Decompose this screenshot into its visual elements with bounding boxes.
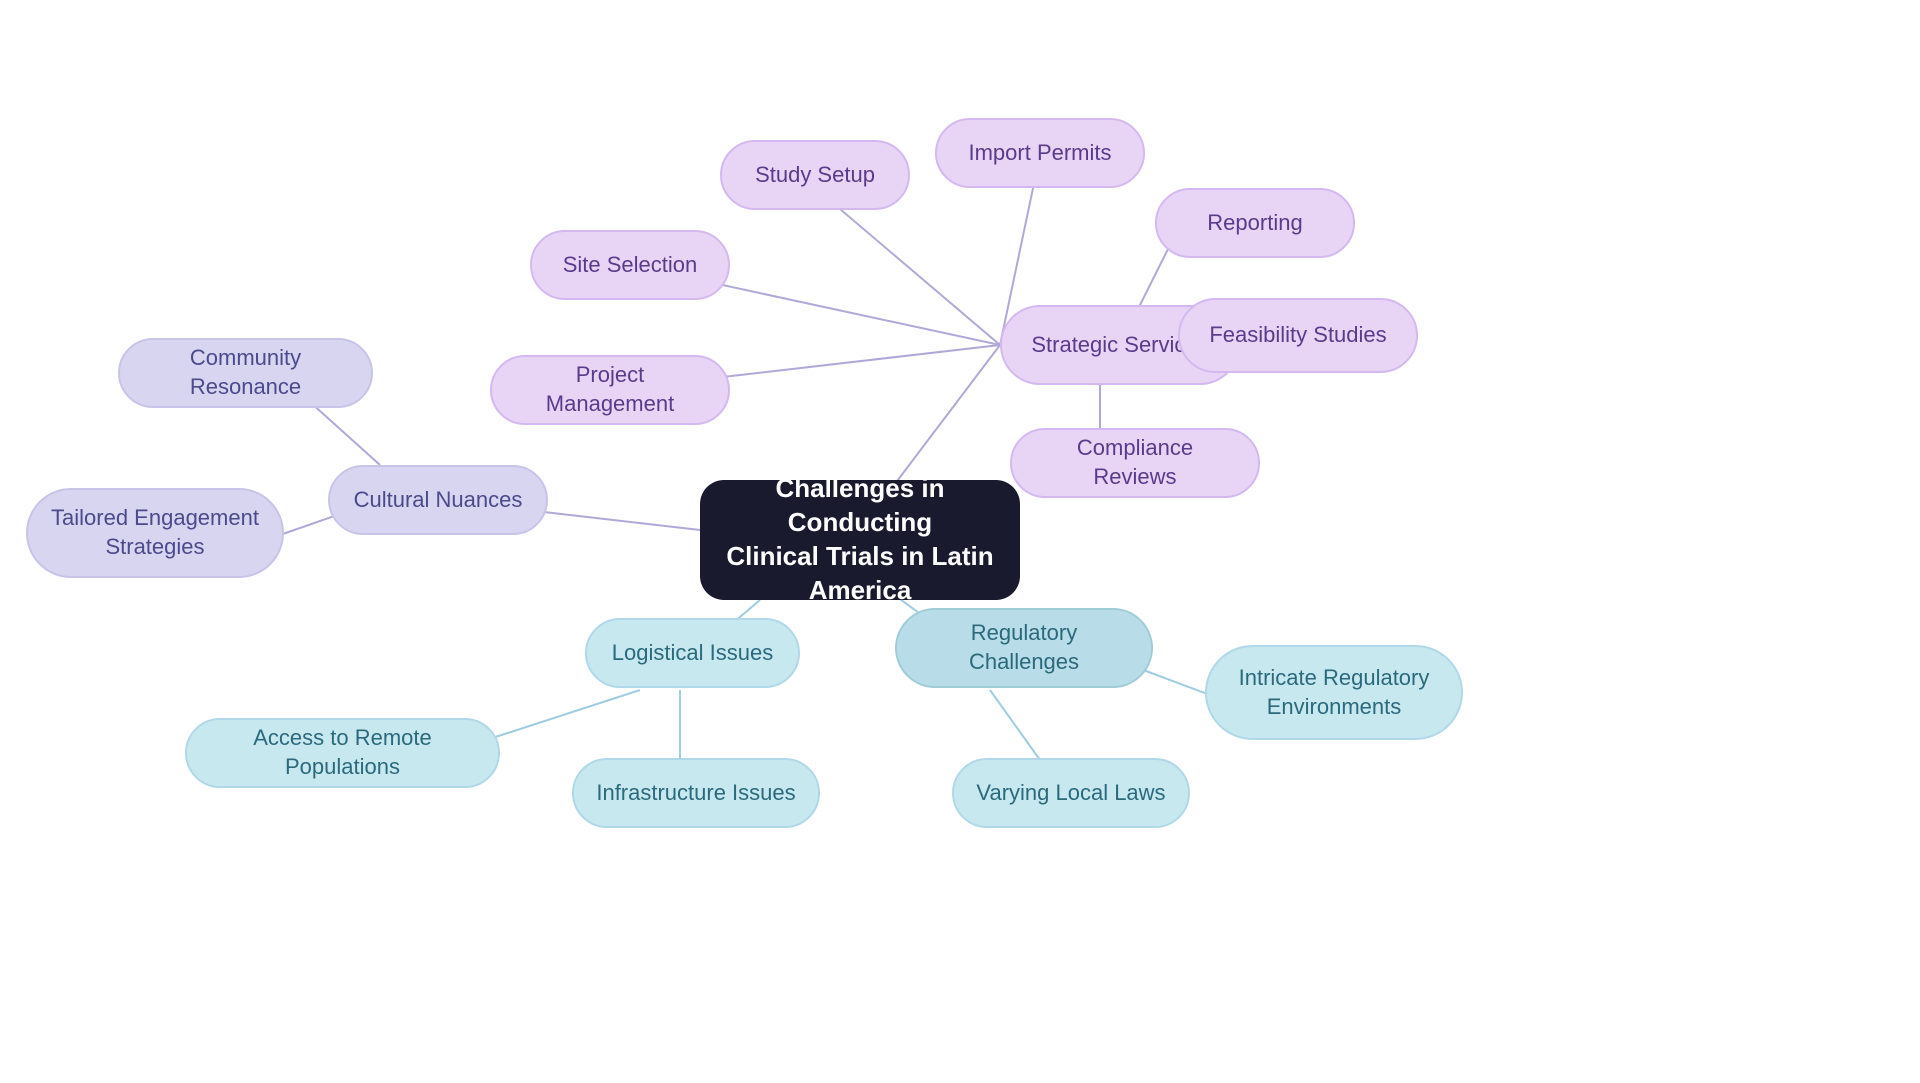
study-setup-node: Study Setup [720, 140, 910, 210]
import-permits-label: Import Permits [968, 139, 1111, 168]
regulatory-challenges-node: Regulatory Challenges [895, 608, 1153, 688]
logistical-issues-label: Logistical Issues [612, 639, 773, 668]
infrastructure-issues-node: Infrastructure Issues [572, 758, 820, 828]
import-permits-node: Import Permits [935, 118, 1145, 188]
logistical-issues-node: Logistical Issues [585, 618, 800, 688]
compliance-reviews-label: Compliance Reviews [1034, 434, 1236, 491]
varying-local-laws-label: Varying Local Laws [976, 779, 1165, 808]
study-setup-label: Study Setup [755, 161, 875, 190]
varying-local-laws-node: Varying Local Laws [952, 758, 1190, 828]
community-resonance-label: Community Resonance [142, 344, 349, 401]
regulatory-challenges-label: Regulatory Challenges [919, 619, 1129, 676]
project-management-label: Project Management [514, 361, 706, 418]
compliance-reviews-node: Compliance Reviews [1010, 428, 1260, 498]
site-selection-label: Site Selection [563, 251, 698, 280]
feasibility-studies-node: Feasibility Studies [1178, 298, 1418, 373]
cultural-nuances-label: Cultural Nuances [354, 486, 523, 515]
center-label: Challenges in Conducting Clinical Trials… [722, 472, 998, 607]
reporting-node: Reporting [1155, 188, 1355, 258]
cultural-nuances-node: Cultural Nuances [328, 465, 548, 535]
access-remote-node: Access to Remote Populations [185, 718, 500, 788]
community-resonance-node: Community Resonance [118, 338, 373, 408]
infrastructure-issues-label: Infrastructure Issues [596, 779, 795, 808]
site-selection-node: Site Selection [530, 230, 730, 300]
center-node: Challenges in Conducting Clinical Trials… [700, 480, 1020, 600]
intricate-regulatory-node: Intricate Regulatory Environments [1205, 645, 1463, 740]
access-remote-label: Access to Remote Populations [209, 724, 476, 781]
project-management-node: Project Management [490, 355, 730, 425]
intricate-regulatory-label: Intricate Regulatory Environments [1239, 664, 1430, 721]
tailored-engagement-node: Tailored Engagement Strategies [26, 488, 284, 578]
tailored-engagement-label: Tailored Engagement Strategies [51, 504, 259, 561]
reporting-label: Reporting [1207, 209, 1302, 238]
feasibility-studies-label: Feasibility Studies [1209, 321, 1386, 350]
